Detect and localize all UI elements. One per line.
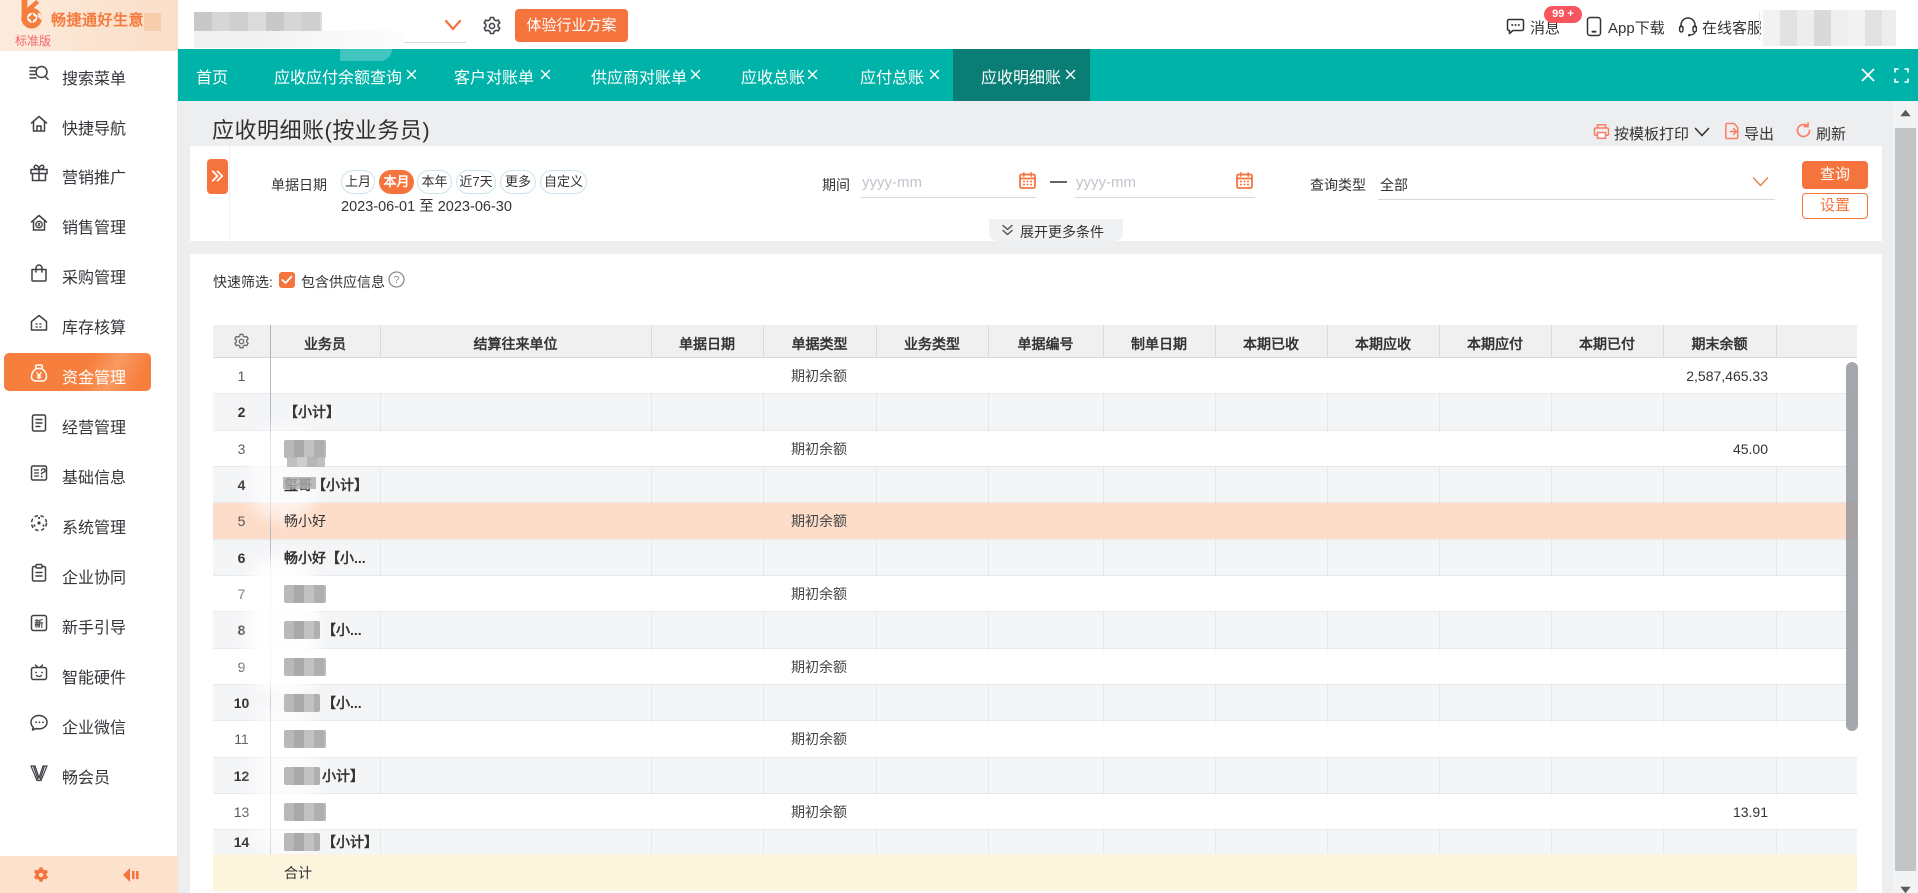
svg-text:?: ? (394, 274, 400, 286)
svg-text:新: 新 (34, 618, 43, 629)
